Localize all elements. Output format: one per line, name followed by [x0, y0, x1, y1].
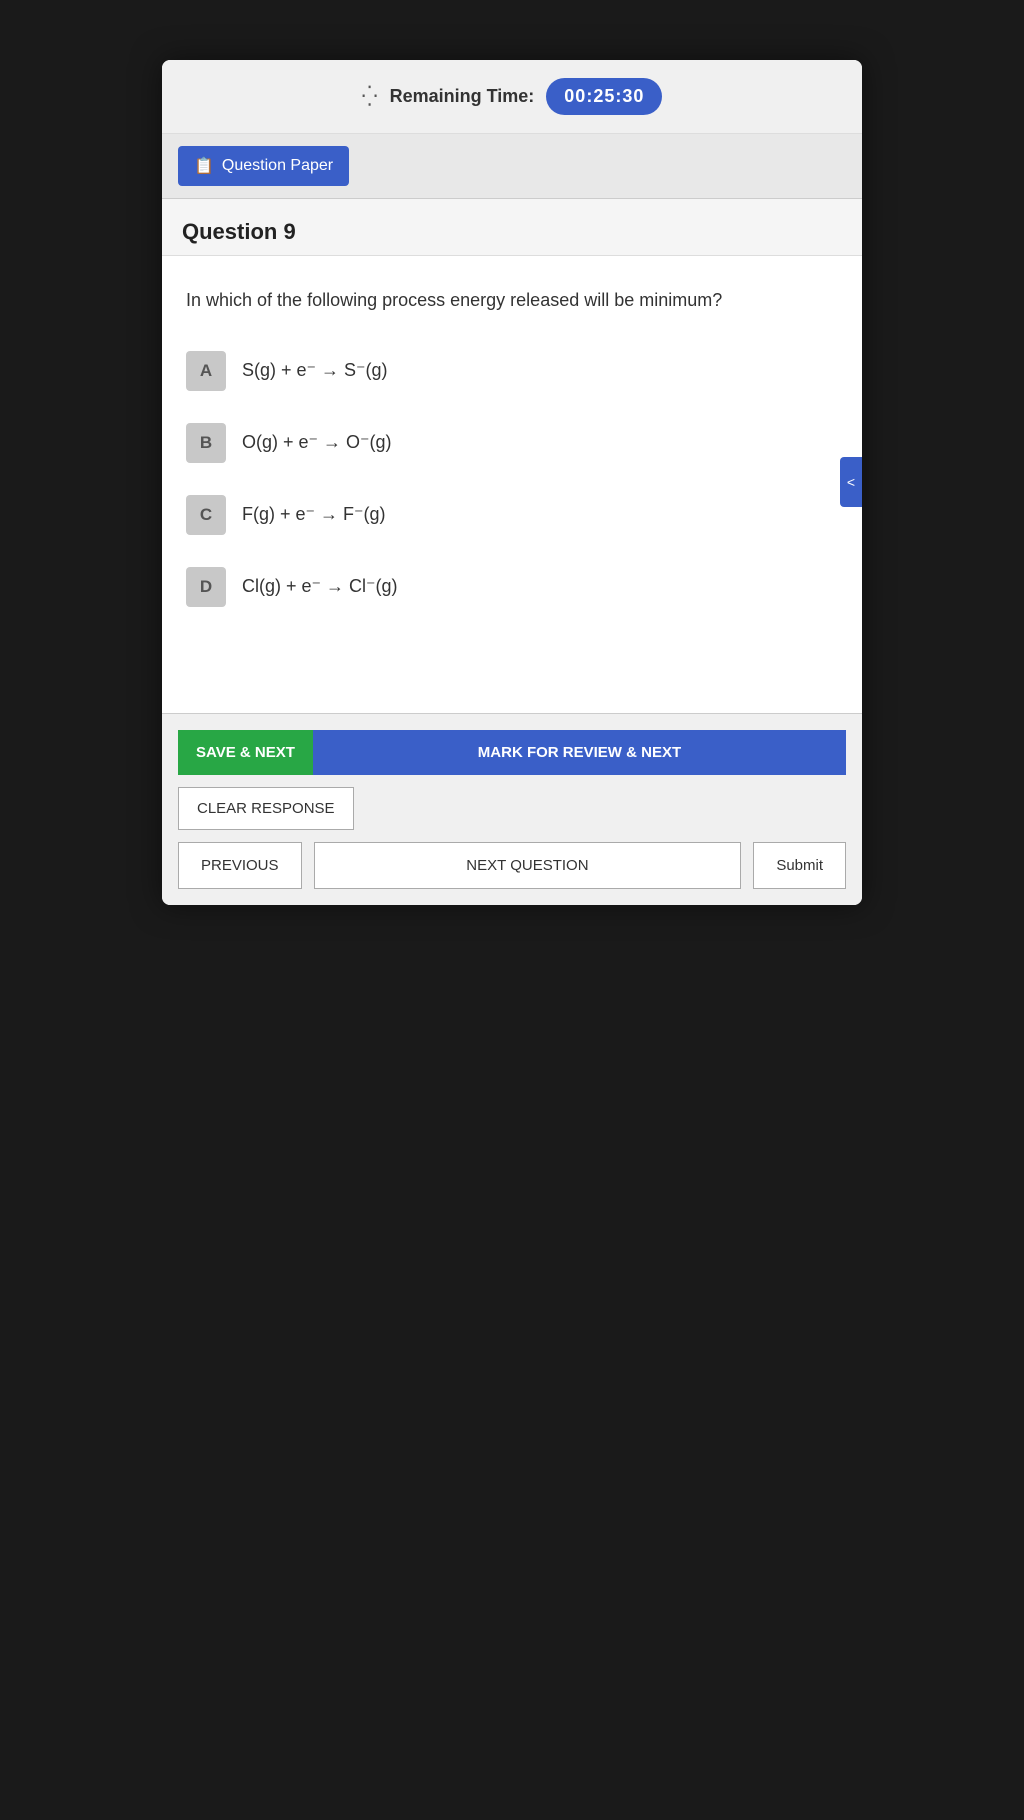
option-a[interactable]: A S(g) + e⁻ → S⁻(g): [186, 345, 838, 397]
screen: ⁛ Remaining Time: 00:25:30 📋 Question Pa…: [162, 60, 862, 905]
question-title: Question 9: [162, 199, 862, 256]
question-text: In which of the following process energy…: [186, 286, 838, 315]
option-b-label: B: [186, 423, 226, 463]
mark-review-button[interactable]: MARK FOR REVIEW & NEXT: [313, 730, 846, 775]
action-row-1: SAVE & NEXT MARK FOR REVIEW & NEXT: [178, 730, 846, 775]
header: ⁛ Remaining Time: 00:25:30: [162, 60, 862, 134]
remaining-time-label: Remaining Time:: [390, 86, 535, 107]
save-next-button[interactable]: SAVE & NEXT: [178, 730, 313, 775]
submit-button[interactable]: Submit: [753, 842, 846, 889]
option-b[interactable]: B O(g) + e⁻ → O⁻(g): [186, 417, 838, 469]
timer-display: 00:25:30: [546, 78, 662, 115]
option-a-label: A: [186, 351, 226, 391]
question-content: In which of the following process energy…: [162, 256, 862, 633]
option-d-label: D: [186, 567, 226, 607]
option-a-text: S(g) + e⁻ → S⁻(g): [242, 360, 388, 381]
question-paper-icon: 📋: [194, 156, 214, 176]
phone-container: ⁛ Remaining Time: 00:25:30 📋 Question Pa…: [132, 0, 892, 1820]
bottom-actions: SAVE & NEXT MARK FOR REVIEW & NEXT CLEAR…: [162, 713, 862, 905]
clear-response-button[interactable]: CLEAR RESPONSE: [178, 787, 354, 830]
option-d[interactable]: D Cl(g) + e⁻ → Cl⁻(g): [186, 561, 838, 613]
next-question-button[interactable]: NEXT QUESTION: [314, 842, 742, 889]
question-paper-button[interactable]: 📋 Question Paper: [178, 146, 349, 186]
previous-button[interactable]: PREVIOUS: [178, 842, 302, 889]
options-list: A S(g) + e⁻ → S⁻(g) B O(g) + e⁻ → O⁻(g) …: [186, 345, 838, 613]
action-row-2: CLEAR RESPONSE: [178, 787, 846, 830]
option-c-text: F(g) + e⁻ → F⁻(g): [242, 504, 386, 525]
question-paper-label: Question Paper: [222, 157, 333, 175]
option-d-text: Cl(g) + e⁻ → Cl⁻(g): [242, 576, 398, 597]
move-icon: ⁛: [362, 84, 378, 109]
option-b-text: O(g) + e⁻ → O⁻(g): [242, 432, 392, 453]
option-c[interactable]: C F(g) + e⁻ → F⁻(g): [186, 489, 838, 541]
content-spacer: [162, 633, 862, 713]
option-c-label: C: [186, 495, 226, 535]
question-paper-bar: 📋 Question Paper: [162, 134, 862, 199]
sidebar-arrow[interactable]: <: [840, 457, 862, 507]
action-row-3: PREVIOUS NEXT QUESTION Submit: [178, 842, 846, 905]
